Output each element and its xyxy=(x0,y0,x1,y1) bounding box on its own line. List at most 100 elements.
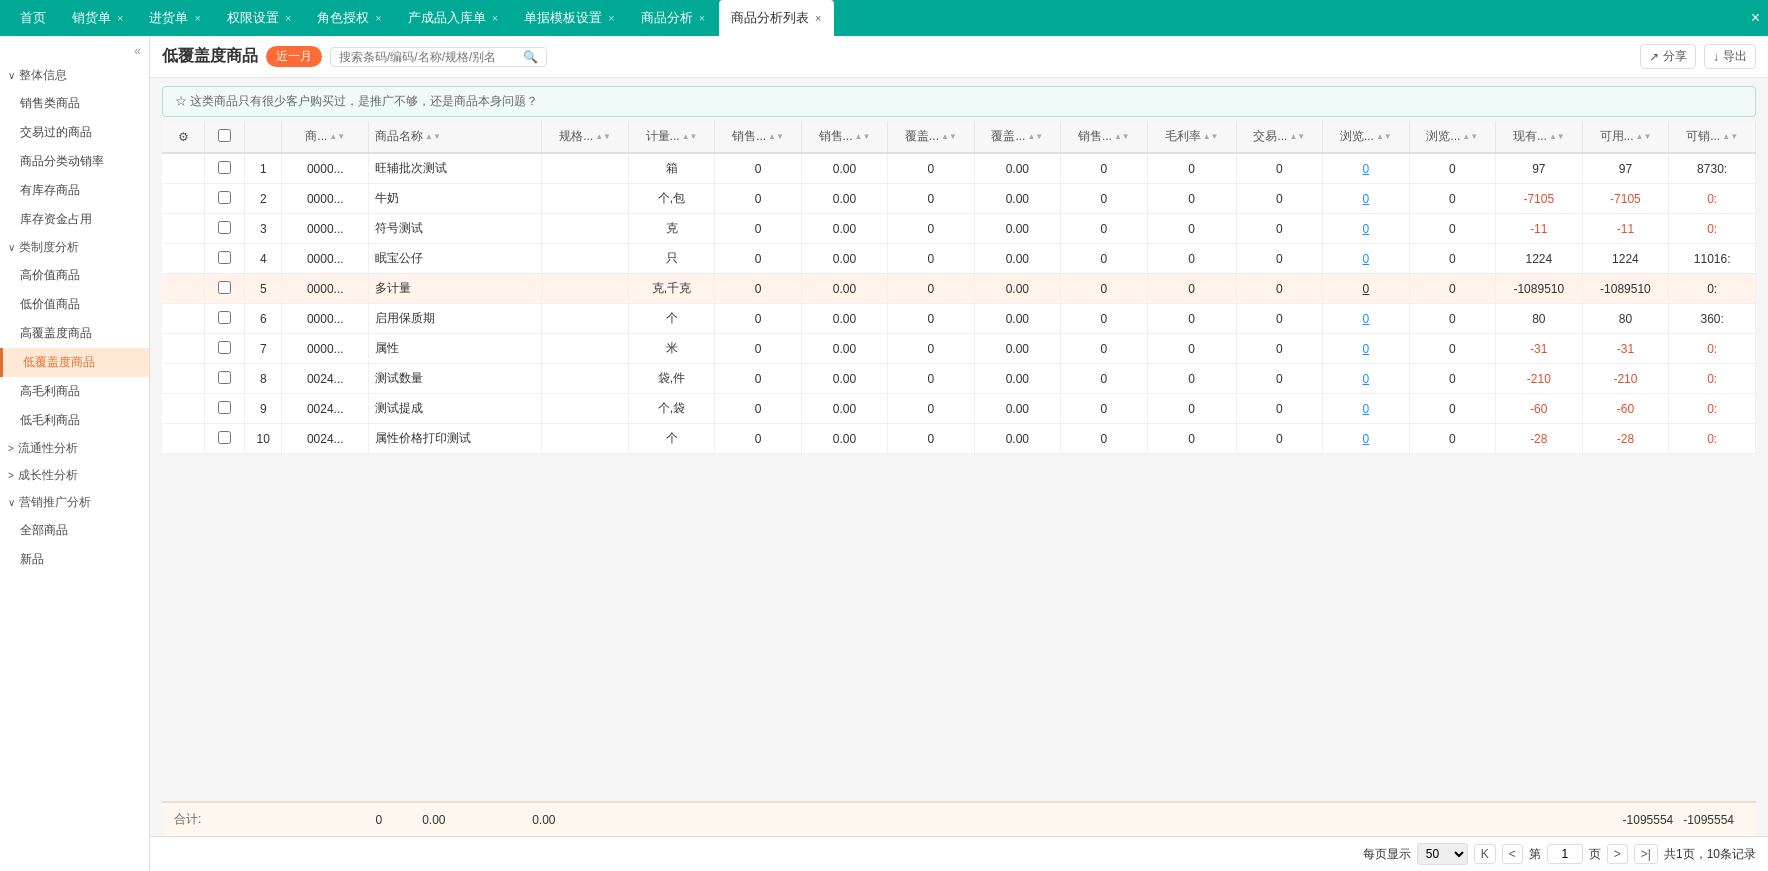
sidebar-item-低毛利商品[interactable]: 低毛利商品 xyxy=(0,406,149,435)
sidebar-item-销售类商品[interactable]: 销售类商品 xyxy=(0,89,149,118)
col-spec-header[interactable]: 规格...▲▼ xyxy=(542,121,628,153)
sidebar-item-低价值商品[interactable]: 低价值商品 xyxy=(0,290,149,319)
row-settings[interactable] xyxy=(162,184,205,214)
col-checkbox-header[interactable] xyxy=(205,121,245,153)
sidebar-item-低覆盖度商品[interactable]: 低覆盖度商品 xyxy=(0,348,149,377)
nav-tab-销货单[interactable]: 销货单× xyxy=(60,0,135,36)
row-settings[interactable] xyxy=(162,214,205,244)
row-settings[interactable] xyxy=(162,334,205,364)
row-browse1[interactable]: 0 xyxy=(1323,394,1409,424)
nav-tab-首页[interactable]: 首页 xyxy=(8,0,58,36)
col-sellable-header[interactable]: 可销...▲▼ xyxy=(1669,121,1756,153)
last-page-button[interactable]: >| xyxy=(1634,844,1658,864)
close-tab-icon[interactable]: × xyxy=(608,12,614,24)
next-page-button[interactable]: > xyxy=(1607,844,1628,864)
search-icon[interactable]: 🔍 xyxy=(523,50,538,64)
row-browse1[interactable]: 0 xyxy=(1323,153,1409,184)
sidebar-group-成长性分析[interactable]: >成长性分析 xyxy=(0,462,149,489)
page-input[interactable] xyxy=(1547,844,1583,864)
col-browse2-header[interactable]: 浏览...▲▼ xyxy=(1409,121,1495,153)
row-browse1[interactable]: 0 xyxy=(1323,334,1409,364)
col-current-stock-header[interactable]: 现有...▲▼ xyxy=(1495,121,1582,153)
row-spec xyxy=(542,274,628,304)
close-tab-icon[interactable]: × xyxy=(699,12,705,24)
nav-tab-进货单[interactable]: 进货单× xyxy=(137,0,212,36)
row-browse1[interactable]: 0 xyxy=(1323,304,1409,334)
sidebar-item-库存资金占用[interactable]: 库存资金占用 xyxy=(0,205,149,234)
row-spec xyxy=(542,424,628,454)
search-input[interactable] xyxy=(339,50,519,64)
row-settings[interactable] xyxy=(162,153,205,184)
page-size-select[interactable]: 2050100 xyxy=(1417,843,1468,865)
row-checkbox[interactable] xyxy=(205,153,245,184)
col-settings[interactable]: ⚙ xyxy=(162,121,205,153)
nav-tab-角色授权[interactable]: 角色授权× xyxy=(305,0,393,36)
col-sales2-header[interactable]: 销售...▲▼ xyxy=(1061,121,1147,153)
col-name-header[interactable]: 商品名称▲▼ xyxy=(369,121,542,153)
first-page-button[interactable]: K xyxy=(1474,844,1496,864)
col-code-header[interactable]: 商...▲▼ xyxy=(282,121,369,153)
close-tab-icon[interactable]: × xyxy=(375,12,381,24)
sidebar-item-高价值商品[interactable]: 高价值商品 xyxy=(0,261,149,290)
row-browse1[interactable]: 0 xyxy=(1323,274,1409,304)
share-button[interactable]: ↗ 分享 xyxy=(1640,44,1696,69)
nav-tab-商品分析列表[interactable]: 商品分析列表× xyxy=(719,0,833,36)
col-browse1-header[interactable]: 浏览...▲▼ xyxy=(1323,121,1409,153)
col-unit-header[interactable]: 计量...▲▼ xyxy=(628,121,714,153)
row-browse1[interactable]: 0 xyxy=(1323,214,1409,244)
row-settings[interactable] xyxy=(162,424,205,454)
row-settings[interactable] xyxy=(162,244,205,274)
col-cover1-header[interactable]: 覆盖...▲▼ xyxy=(888,121,974,153)
row-browse1[interactable]: 0 xyxy=(1323,244,1409,274)
select-all-checkbox[interactable] xyxy=(218,129,231,142)
prev-page-button[interactable]: < xyxy=(1502,844,1523,864)
col-gross-rate-header[interactable]: 毛利率▲▼ xyxy=(1147,121,1236,153)
nav-tab-权限设置[interactable]: 权限设置× xyxy=(215,0,303,36)
close-tab-icon[interactable]: × xyxy=(117,12,123,24)
nav-tab-产成品入库单[interactable]: 产成品入库单× xyxy=(396,0,510,36)
close-tab-icon[interactable]: × xyxy=(194,12,200,24)
col-available-header[interactable]: 可用...▲▼ xyxy=(1582,121,1669,153)
row-checkbox[interactable] xyxy=(205,244,245,274)
row-checkbox[interactable] xyxy=(205,424,245,454)
col-trade-header[interactable]: 交易...▲▼ xyxy=(1236,121,1322,153)
sidebar-item-交易过的商品[interactable]: 交易过的商品 xyxy=(0,118,149,147)
row-checkbox[interactable] xyxy=(205,274,245,304)
col-cover2-header[interactable]: 覆盖...▲▼ xyxy=(974,121,1060,153)
date-filter-button[interactable]: 近一月 xyxy=(266,46,322,67)
row-settings[interactable] xyxy=(162,274,205,304)
row-checkbox[interactable] xyxy=(205,214,245,244)
nav-tab-商品分析[interactable]: 商品分析× xyxy=(629,0,717,36)
row-checkbox[interactable] xyxy=(205,304,245,334)
sidebar-toggle[interactable]: « xyxy=(0,40,149,62)
sidebar-group-营销推广分析[interactable]: ∨营销推广分析 xyxy=(0,489,149,516)
nav-tab-单据模板设置[interactable]: 单据模板设置× xyxy=(512,0,626,36)
close-tab-icon[interactable]: × xyxy=(815,12,821,24)
col-sales-qty-header[interactable]: 销售...▲▼ xyxy=(715,121,801,153)
close-tab-icon[interactable]: × xyxy=(492,12,498,24)
row-checkbox[interactable] xyxy=(205,394,245,424)
sidebar-group-类制度分析[interactable]: ∨类制度分析 xyxy=(0,234,149,261)
row-settings[interactable] xyxy=(162,394,205,424)
close-all-button[interactable]: × xyxy=(1751,9,1760,27)
export-button[interactable]: ↓ 导出 xyxy=(1704,44,1756,69)
sidebar-item-全部商品[interactable]: 全部商品 xyxy=(0,516,149,545)
row-checkbox[interactable] xyxy=(205,184,245,214)
sidebar-item-高覆盖度商品[interactable]: 高覆盖度商品 xyxy=(0,319,149,348)
row-settings[interactable] xyxy=(162,304,205,334)
row-browse1[interactable]: 0 xyxy=(1323,364,1409,394)
row-checkbox[interactable] xyxy=(205,334,245,364)
row-checkbox[interactable] xyxy=(205,364,245,394)
sidebar-group-流通性分析[interactable]: >流通性分析 xyxy=(0,435,149,462)
sidebar-item-高毛利商品[interactable]: 高毛利商品 xyxy=(0,377,149,406)
sidebar-group-整体信息[interactable]: ∨整体信息 xyxy=(0,62,149,89)
sidebar-item-新品[interactable]: 新品 xyxy=(0,545,149,574)
col-sales-amt-header[interactable]: 销售...▲▼ xyxy=(801,121,887,153)
row-browse2: 0 xyxy=(1409,424,1495,454)
row-browse1[interactable]: 0 xyxy=(1323,184,1409,214)
sidebar-item-有库存商品[interactable]: 有库存商品 xyxy=(0,176,149,205)
sidebar-item-商品分类动销率[interactable]: 商品分类动销率 xyxy=(0,147,149,176)
close-tab-icon[interactable]: × xyxy=(285,12,291,24)
row-settings[interactable] xyxy=(162,364,205,394)
row-browse1[interactable]: 0 xyxy=(1323,424,1409,454)
